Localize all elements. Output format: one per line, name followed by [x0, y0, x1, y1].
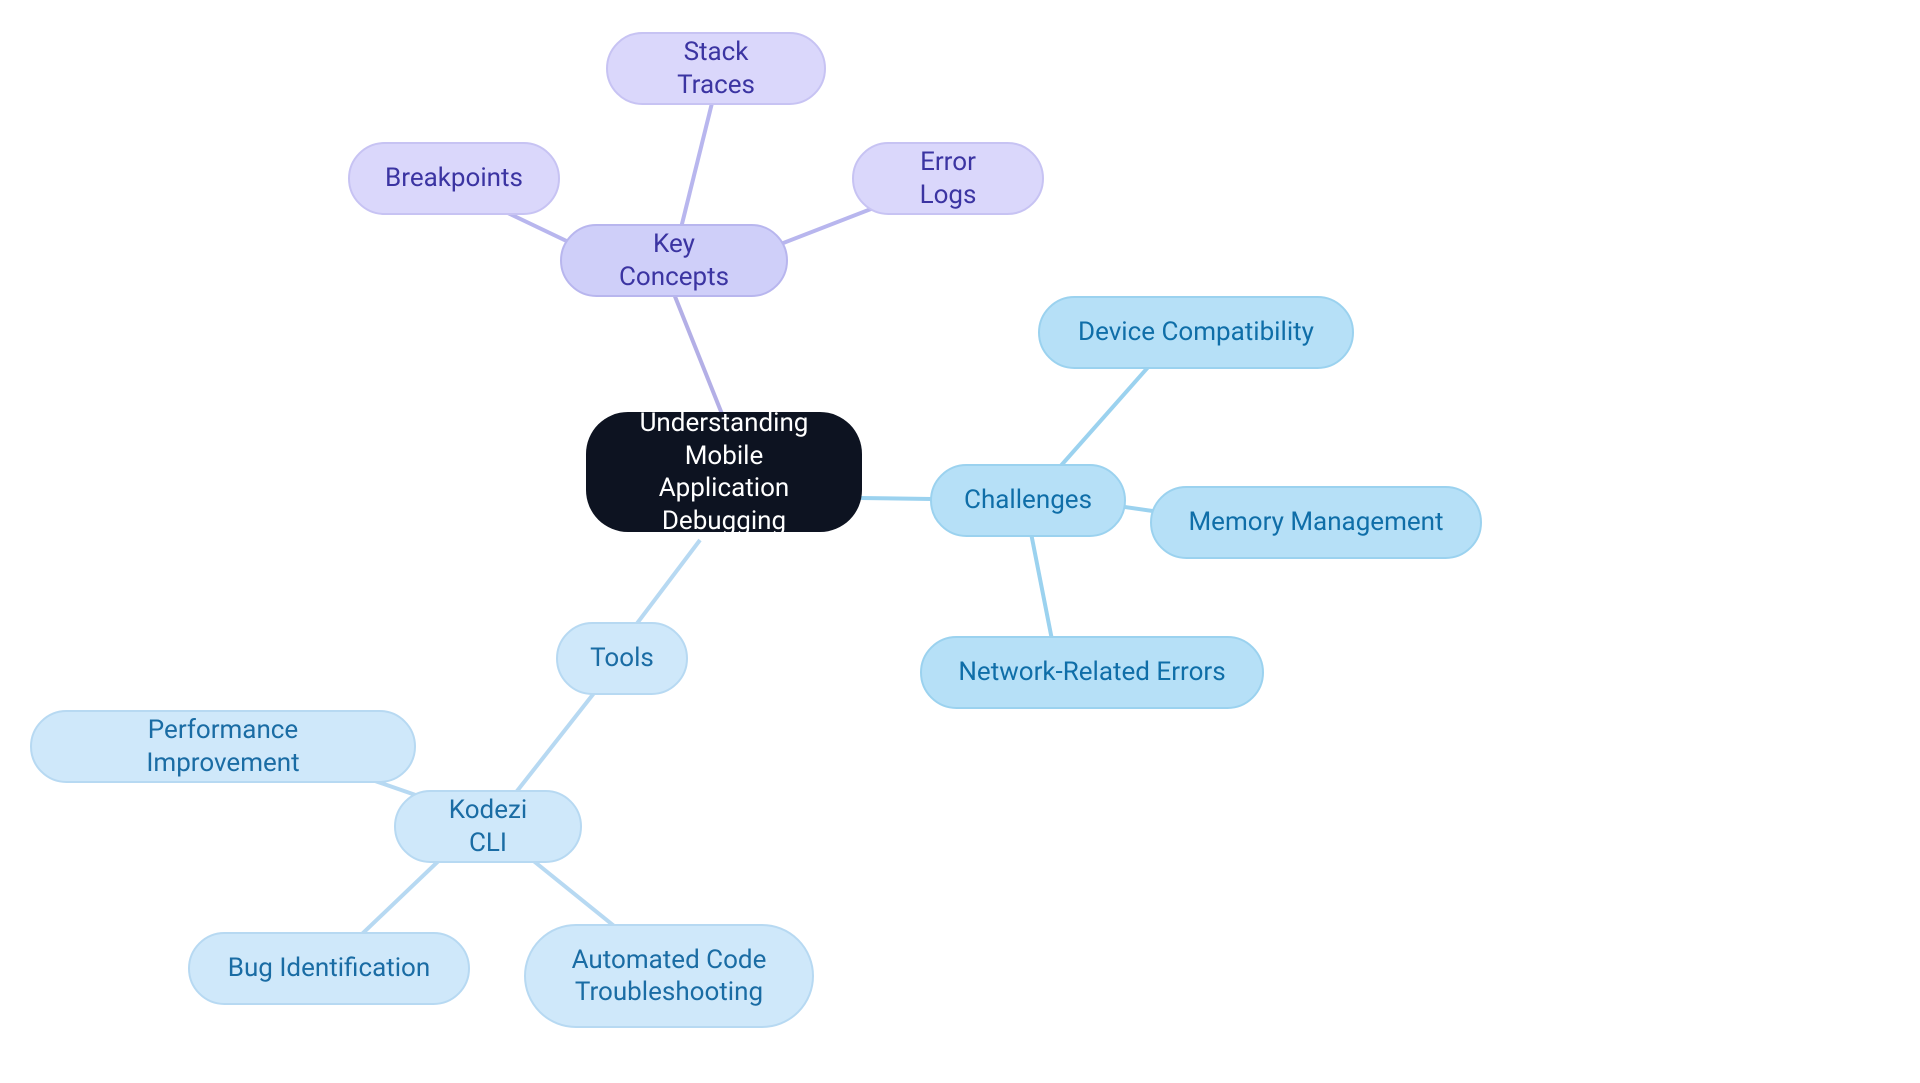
node-bug-identification[interactable]: Bug Identification: [188, 932, 470, 1005]
root-node[interactable]: Understanding Mobile Application Debuggi…: [586, 412, 862, 532]
node-device-compatibility[interactable]: Device Compatibility: [1038, 296, 1354, 369]
node-label: Stack Traces: [644, 36, 788, 101]
node-label: Breakpoints: [385, 162, 523, 195]
node-automated-troubleshooting[interactable]: Automated Code Troubleshooting: [524, 924, 814, 1028]
node-label: Automated Code Troubleshooting: [572, 944, 767, 1009]
node-kodezi-cli[interactable]: Kodezi CLI: [394, 790, 582, 863]
node-challenges[interactable]: Challenges: [930, 464, 1126, 537]
node-label: Tools: [590, 642, 654, 675]
node-memory-management[interactable]: Memory Management: [1150, 486, 1482, 559]
node-key-concepts[interactable]: Key Concepts: [560, 224, 788, 297]
node-stack-traces[interactable]: Stack Traces: [606, 32, 826, 105]
mindmap-canvas: Understanding Mobile Application Debuggi…: [0, 0, 1920, 1083]
node-label: Bug Identification: [228, 952, 430, 985]
node-breakpoints[interactable]: Breakpoints: [348, 142, 560, 215]
node-label: Error Logs: [890, 146, 1006, 211]
node-performance-improvement[interactable]: Performance Improvement: [30, 710, 416, 783]
node-network-errors[interactable]: Network-Related Errors: [920, 636, 1264, 709]
node-tools[interactable]: Tools: [556, 622, 688, 695]
node-label: Network-Related Errors: [958, 656, 1225, 689]
node-label: Kodezi CLI: [432, 794, 544, 859]
root-label: Understanding Mobile Application Debuggi…: [620, 407, 828, 537]
node-label: Device Compatibility: [1078, 316, 1314, 349]
node-error-logs[interactable]: Error Logs: [852, 142, 1044, 215]
node-label: Memory Management: [1188, 506, 1443, 539]
node-label: Key Concepts: [598, 228, 750, 293]
node-label: Performance Improvement: [68, 714, 378, 779]
node-label: Challenges: [964, 484, 1092, 517]
